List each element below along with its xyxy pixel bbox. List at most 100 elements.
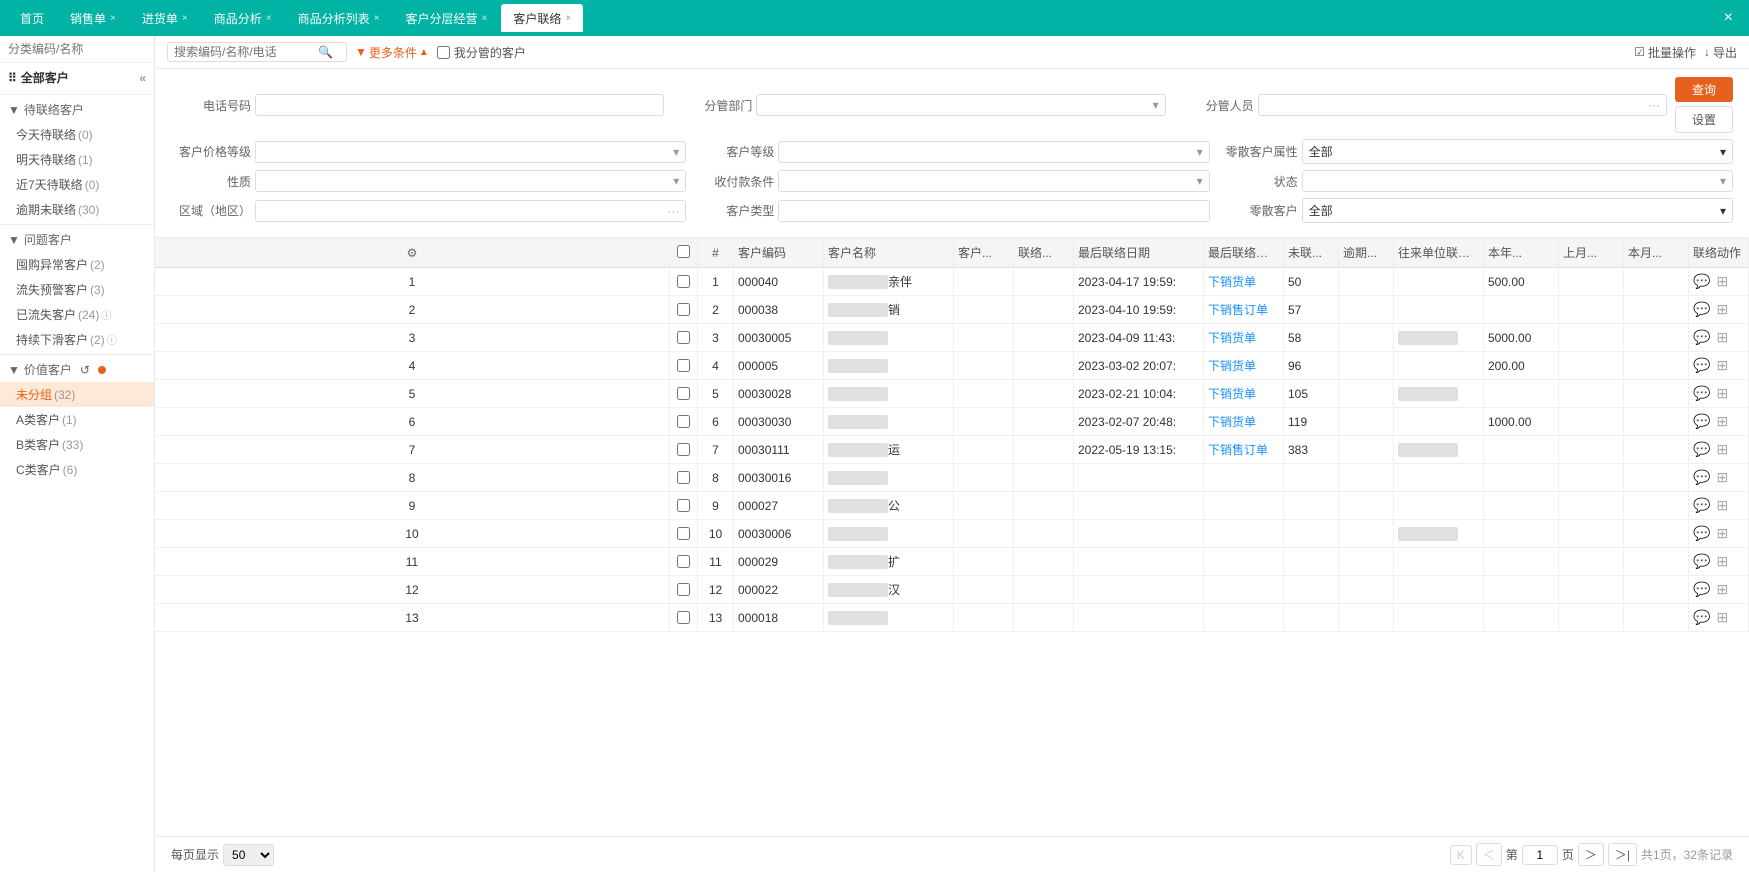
th-last-date[interactable]: 最后联络日期 [1074, 238, 1204, 268]
batch-operation-button[interactable]: ☑ 批量操作 [1634, 44, 1696, 61]
chat-icon[interactable]: 💬 [1693, 385, 1710, 402]
filter-phone-input[interactable] [255, 94, 664, 116]
per-page-select[interactable]: 50 20 100 [223, 844, 274, 866]
window-close-button[interactable]: × [1716, 9, 1741, 27]
sidebar-item-declining[interactable]: 持续下滑客户 (2) ⓘ [0, 327, 154, 352]
th-this-year[interactable]: 本年... [1484, 238, 1559, 268]
search-icon[interactable]: 🔍 [318, 45, 333, 59]
filter-scattered-select[interactable]: 全部 [1302, 198, 1733, 223]
th-settings[interactable]: ⚙ [155, 238, 670, 268]
all-customers-header[interactable]: ⠿ 全部客户 « [0, 63, 154, 92]
last-way-link[interactable]: 下销货单 [1208, 331, 1256, 345]
first-page-button[interactable]: K [1450, 845, 1472, 865]
tab-customer-contact[interactable]: 客户联络 × [501, 4, 583, 32]
tab-product-analysis-list[interactable]: 商品分析列表 × [286, 4, 392, 32]
filter-nature-select[interactable] [255, 170, 686, 192]
grid-action-icon[interactable]: ⊞ [1716, 609, 1728, 626]
th-contact[interactable]: 联络... [1014, 238, 1074, 268]
tab-customer-tier[interactable]: 客户分层经营 × [393, 4, 499, 32]
tab-product-analysis[interactable]: 商品分析 × [202, 4, 284, 32]
row-checkbox[interactable] [677, 303, 690, 316]
th-code[interactable]: 客户编码 [734, 238, 824, 268]
last-way-link[interactable]: 下销货单 [1208, 387, 1256, 401]
chat-icon[interactable]: 💬 [1693, 441, 1710, 458]
row-checkbox[interactable] [677, 471, 690, 484]
last-way-link[interactable]: 下销货单 [1208, 275, 1256, 289]
grid-action-icon[interactable]: ⊞ [1716, 273, 1728, 290]
tab-purchase-close[interactable]: × [182, 13, 188, 24]
row-checkbox[interactable] [677, 331, 690, 344]
sidebar-item-abnormal[interactable]: 囤购异常客户 (2) [0, 252, 154, 277]
chat-icon[interactable]: 💬 [1693, 525, 1710, 542]
grid-action-icon[interactable]: ⊞ [1716, 385, 1728, 402]
dots-icon-person[interactable]: ··· [1648, 98, 1660, 112]
sidebar-item-today[interactable]: 今天待联络 (0) [0, 122, 154, 147]
row-checkbox[interactable] [677, 555, 690, 568]
sidebar-search-input[interactable] [8, 42, 155, 56]
sidebar-item-class-a[interactable]: A类客户 (1) [0, 407, 154, 432]
row-checkbox[interactable] [677, 275, 690, 288]
th-name[interactable]: 客户名称 [824, 238, 954, 268]
search-input[interactable] [174, 45, 314, 59]
row-checkbox[interactable] [677, 527, 690, 540]
sidebar-item-tomorrow[interactable]: 明天待联络 (1) [0, 147, 154, 172]
export-button[interactable]: ↓ 导出 [1704, 44, 1737, 61]
select-all-checkbox[interactable] [677, 245, 690, 258]
grid-action-icon[interactable]: ⊞ [1716, 553, 1728, 570]
sidebar-item-7days[interactable]: 近7天待联络 (0) [0, 172, 154, 197]
chat-icon[interactable]: 💬 [1693, 497, 1710, 514]
filter-price-level-select[interactable] [255, 141, 686, 163]
sidebar-item-churn-warning[interactable]: 流失预警客户 (3) [0, 277, 154, 302]
row-checkbox[interactable] [677, 387, 690, 400]
filter-customer-level-select[interactable] [778, 141, 1209, 163]
th-last-month[interactable]: 上月... [1559, 238, 1624, 268]
group-problem-customers[interactable]: ▼ 问题客户 [0, 227, 154, 252]
last-page-button[interactable]: ＞| [1608, 843, 1637, 866]
chat-icon[interactable]: 💬 [1693, 553, 1710, 570]
next-page-button[interactable]: ＞ [1578, 843, 1604, 866]
row-checkbox[interactable] [677, 499, 690, 512]
last-way-link[interactable]: 下销货单 [1208, 415, 1256, 429]
sidebar-item-ungroup[interactable]: 未分组 (32) [0, 382, 154, 407]
tab-purchase[interactable]: 进货单 × [130, 4, 200, 32]
sidebar-item-churned[interactable]: 已流失客户 (24) ⓘ [0, 302, 154, 327]
chat-icon[interactable]: 💬 [1693, 413, 1710, 430]
tab-sales[interactable]: 销售单 × [58, 4, 128, 32]
grid-action-icon[interactable]: ⊞ [1716, 525, 1728, 542]
sidebar-item-class-b[interactable]: B类客户 (33) [0, 432, 154, 457]
chat-icon[interactable]: 💬 [1693, 301, 1710, 318]
th-overdue[interactable]: 逾期... [1339, 238, 1394, 268]
last-way-link[interactable]: 下销售订单 [1208, 443, 1268, 457]
filter-region-select[interactable]: ··· [255, 200, 686, 222]
sidebar-item-class-c[interactable]: C类客户 (6) [0, 457, 154, 482]
page-number-input[interactable] [1522, 845, 1558, 865]
more-conditions-button[interactable]: ▼ 更多条件 ▲ [355, 44, 429, 61]
last-way-link[interactable]: 下销售订单 [1208, 303, 1268, 317]
grid-action-icon[interactable]: ⊞ [1716, 497, 1728, 514]
tab-customer-contact-close[interactable]: × [565, 13, 571, 24]
grid-action-icon[interactable]: ⊞ [1716, 469, 1728, 486]
query-button[interactable]: 查询 [1675, 77, 1733, 102]
chat-icon[interactable]: 💬 [1693, 357, 1710, 374]
tab-customer-tier-close[interactable]: × [481, 13, 487, 24]
chat-icon[interactable]: 💬 [1693, 329, 1710, 346]
grid-action-icon[interactable]: ⊞ [1716, 413, 1728, 430]
grid-action-icon[interactable]: ⊞ [1716, 581, 1728, 598]
row-checkbox[interactable] [677, 611, 690, 624]
tab-sales-close[interactable]: × [110, 13, 116, 24]
sidebar-collapse-button[interactable]: « [139, 71, 146, 85]
sidebar-item-overdue[interactable]: 逾期未联络 (30) [0, 197, 154, 222]
filter-payment-select[interactable] [778, 170, 1209, 192]
group-value-customers[interactable]: ▼ 价值客户 ↺ [0, 357, 154, 382]
filter-status-select[interactable] [1302, 170, 1733, 192]
grid-action-icon[interactable]: ⊞ [1716, 301, 1728, 318]
chat-icon[interactable]: 💬 [1693, 581, 1710, 598]
dots-icon-region[interactable]: ··· [667, 204, 679, 218]
chat-icon[interactable]: 💬 [1693, 469, 1710, 486]
row-checkbox[interactable] [677, 443, 690, 456]
filter-customer-type-input[interactable] [778, 200, 1209, 222]
chat-icon[interactable]: 💬 [1693, 273, 1710, 290]
chat-icon[interactable]: 💬 [1693, 609, 1710, 626]
grid-action-icon[interactable]: ⊞ [1716, 441, 1728, 458]
tab-product-analysis-close[interactable]: × [266, 13, 272, 24]
